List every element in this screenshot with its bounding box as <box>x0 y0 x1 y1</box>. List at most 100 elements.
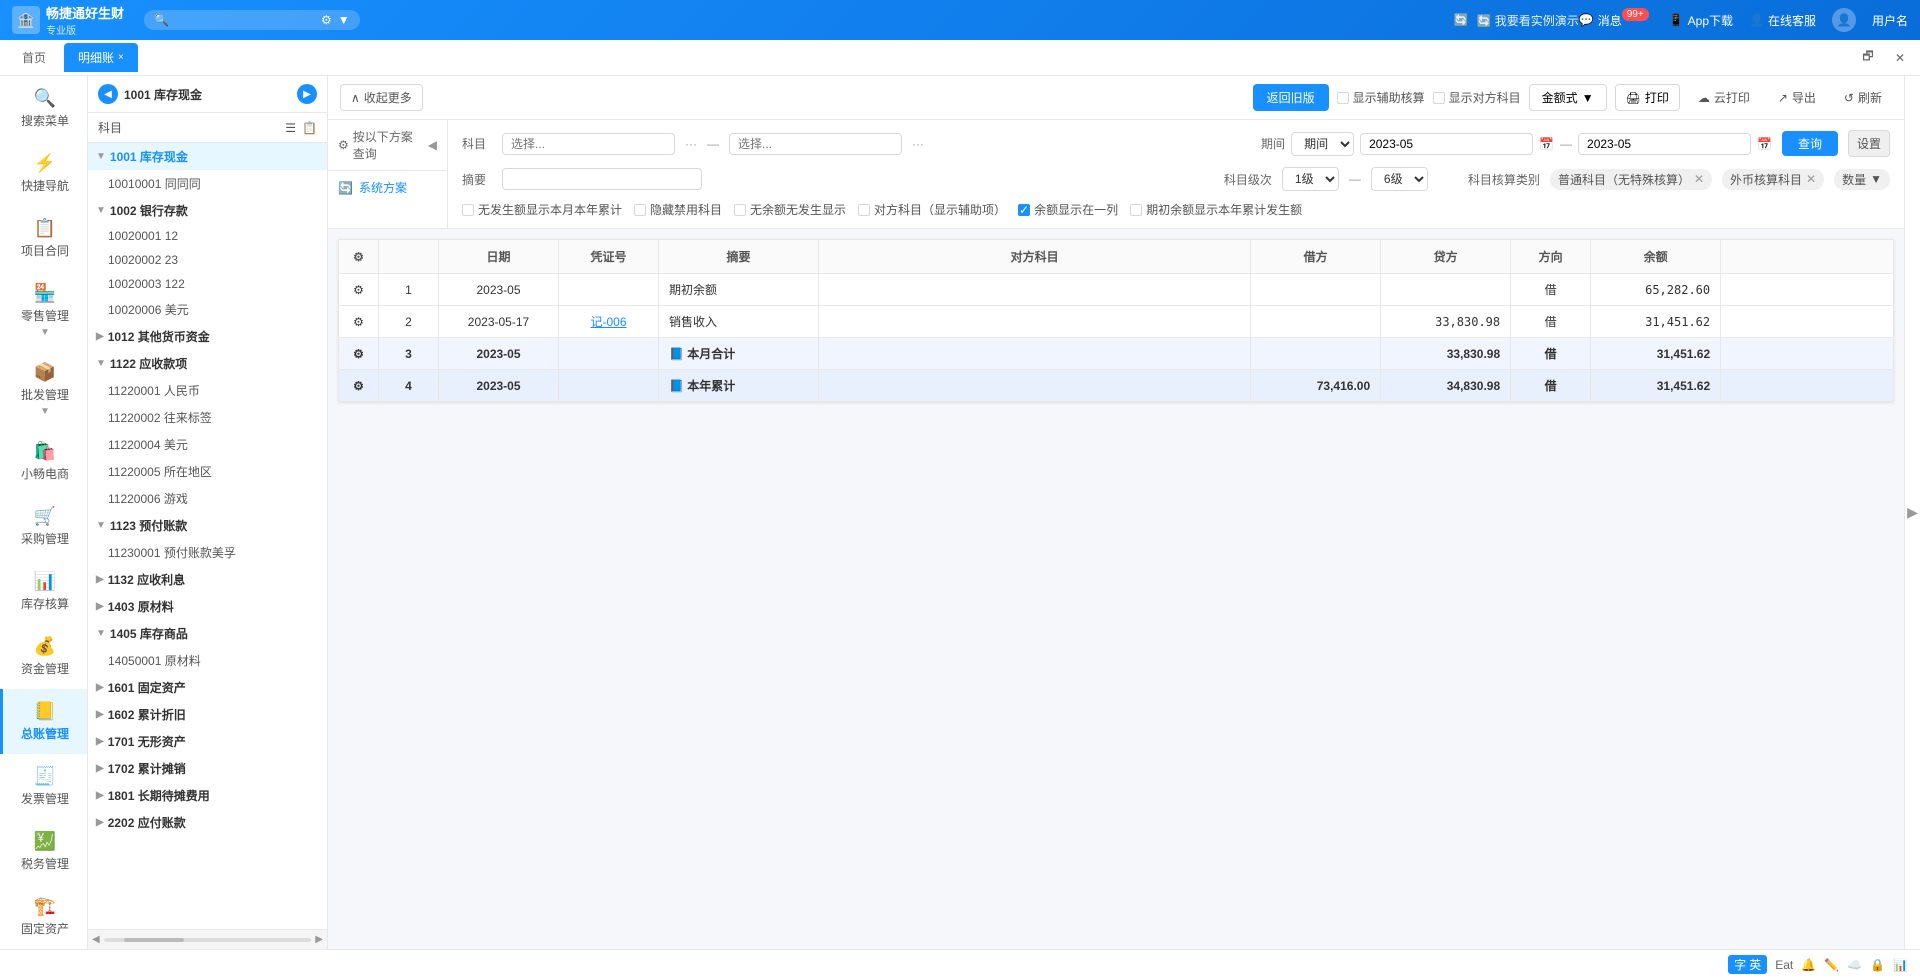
tag-quantity-chevron[interactable]: ▼ <box>1870 172 1882 186</box>
cloud-print-btn[interactable]: ☁ 云打印 <box>1688 85 1760 110</box>
app-download-btn[interactable]: 📱 App下载 <box>1669 12 1733 29</box>
tree-item-11220006[interactable]: 11220006 游戏 <box>88 485 327 512</box>
sidebar-item-fund-mgmt[interactable]: 💰 资金管理 <box>0 624 87 689</box>
sidebar-item-invoice-mgmt[interactable]: 🧾 发票管理 <box>0 754 87 819</box>
tree-item-11220005[interactable]: 11220005 所在地区 <box>88 458 327 485</box>
grid-view-icon[interactable]: ☰ <box>285 121 296 135</box>
sidebar-item-quick-nav[interactable]: ⚡ 快捷导航 <box>0 141 87 206</box>
filter-ellipsis-icon[interactable]: ··· <box>685 137 697 151</box>
search-input[interactable] <box>175 13 315 27</box>
tree-item-1132[interactable]: ▶ 1132 应收利息 <box>88 566 327 593</box>
status-cloud-btn[interactable]: ☁️ <box>1847 958 1862 972</box>
checkbox-initial-year[interactable]: 期初余额显示本年累计发生额 <box>1130 201 1302 218</box>
status-edit-btn[interactable]: ✏️ <box>1824 958 1839 972</box>
cell-settings-4[interactable]: ⚙ <box>339 370 379 402</box>
level-to-select[interactable]: 6级 <box>1371 167 1428 191</box>
checkbox-balance-one-col-box[interactable]: ✓ <box>1018 204 1030 216</box>
tree-item-1405[interactable]: ▼ 1405 库存商品 <box>88 620 327 647</box>
show-assist-checkbox[interactable]: 显示辅助核算 <box>1337 89 1425 106</box>
sidebar-item-ledger-mgmt[interactable]: 📒 总账管理 <box>0 689 87 754</box>
cell-settings-3[interactable]: ⚙ <box>339 338 379 370</box>
setting-btn[interactable]: 设置 <box>1848 130 1890 157</box>
tree-item-11220004[interactable]: 11220004 美元 <box>88 431 327 458</box>
sidebar-item-project-contract[interactable]: 📋 项目合同 <box>0 206 87 271</box>
period-type-select[interactable]: 期间 <box>1291 132 1354 156</box>
message-btn[interactable]: 💬 消息 99+ <box>1579 12 1653 29</box>
sidebar-item-purchase-mgmt[interactable]: 🛒 采购管理 <box>0 494 87 559</box>
status-notification-btn[interactable]: 🔔 <box>1801 958 1816 972</box>
level-from-select[interactable]: 1级 <box>1282 167 1339 191</box>
tree-item-1002[interactable]: ▼ 1002 银行存款 <box>88 197 327 224</box>
status-lock-btn[interactable]: 🔒 <box>1870 958 1885 972</box>
tree-item-1801[interactable]: ▶ 1801 长期待摊费用 <box>88 782 327 809</box>
export-btn[interactable]: ↗ 导出 <box>1768 85 1826 110</box>
print-btn[interactable]: 🖨 打印 <box>1615 84 1680 111</box>
summary-input[interactable] <box>502 168 702 190</box>
tree-item-1602[interactable]: ▶ 1602 累计折旧 <box>88 701 327 728</box>
cell-settings-2[interactable]: ⚙ <box>339 306 379 338</box>
period-to-input[interactable] <box>1578 133 1751 155</box>
show-assist-box[interactable] <box>1337 92 1349 104</box>
cell-settings-1[interactable]: ⚙ <box>339 274 379 306</box>
scroll-right-btn[interactable]: ▶ <box>315 934 323 945</box>
tree-item-1001[interactable]: ▼ 1001 库存现金 <box>88 143 327 170</box>
sidebar-item-search-menu[interactable]: 🔍 搜索菜单 <box>0 76 87 141</box>
col-settings[interactable]: ⚙ <box>339 240 379 274</box>
tag-normal-close[interactable]: ✕ <box>1694 172 1704 186</box>
checkbox-no-balance-box[interactable] <box>462 204 474 216</box>
tree-item-11230001[interactable]: 11230001 预付账款美孚 <box>88 539 327 566</box>
sidebar-item-ecommerce[interactable]: 🛍️ 小畅电商 <box>0 429 87 494</box>
account-nav-prev[interactable]: ◀ <box>98 84 118 104</box>
tree-item-10020003[interactable]: 10020003 122 <box>88 272 327 296</box>
tab-action-close[interactable]: ✕ <box>1888 46 1912 70</box>
sidebar-item-retail-mgmt[interactable]: 🏪 零售管理 ▼ <box>0 271 87 350</box>
chevron-down-icon[interactable]: ▼ <box>338 13 350 27</box>
voucher-link-2[interactable]: 记-006 <box>590 315 626 329</box>
checkbox-no-balance[interactable]: 无发生额显示本月本年累计 <box>462 201 622 218</box>
query-btn[interactable]: 查询 <box>1782 131 1838 156</box>
checkbox-initial-year-box[interactable] <box>1130 204 1142 216</box>
checkbox-opposite-show-box[interactable] <box>858 204 870 216</box>
right-collapse-panel[interactable]: ▶ <box>1904 76 1920 949</box>
period-from-input[interactable] <box>1360 133 1533 155</box>
lang-switch-btn[interactable]: 字 英 <box>1728 955 1767 974</box>
cell-voucher-2[interactable]: 记-006 <box>559 306 659 338</box>
return-old-btn[interactable]: 返回旧版 <box>1253 84 1329 111</box>
show-opposite-box[interactable] <box>1433 92 1445 104</box>
refresh-btn[interactable]: ↺ 刷新 <box>1834 85 1892 110</box>
query-settings-icon[interactable]: ⚙ <box>338 138 349 152</box>
tree-item-1123[interactable]: ▼ 1123 预付账款 <box>88 512 327 539</box>
status-chart-btn[interactable]: 📊 <box>1893 958 1908 972</box>
tab-detail[interactable]: 明细账 × <box>64 43 138 72</box>
status-at-label[interactable]: Eat <box>1775 958 1793 972</box>
scroll-track[interactable] <box>104 938 312 942</box>
header-search-box[interactable]: 🔍 ⚙ ▼ <box>144 10 360 30</box>
checkbox-opposite-show[interactable]: 对方科目（显示辅助项） <box>858 201 1006 218</box>
tab-action-restore[interactable]: 🗗 <box>1856 46 1880 70</box>
scroll-left-btn[interactable]: ◀ <box>92 934 100 945</box>
tab-home[interactable]: 首页 <box>8 43 60 72</box>
tree-item-10020006[interactable]: 10020006 美元 <box>88 296 327 323</box>
tree-item-1122[interactable]: ▼ 1122 应收款项 <box>88 350 327 377</box>
online-service-btn[interactable]: 👤 在线客服 <box>1749 12 1816 29</box>
subject-from-input[interactable] <box>502 133 675 155</box>
tree-item-1702[interactable]: ▶ 1702 累计摊销 <box>88 755 327 782</box>
tree-item-14050001[interactable]: 14050001 原材料 <box>88 647 327 674</box>
tree-item-11220002[interactable]: 11220002 往来标签 <box>88 404 327 431</box>
sidebar-item-inventory-calc[interactable]: 📊 库存核算 <box>0 559 87 624</box>
sidebar-item-wholesale-mgmt[interactable]: 📦 批发管理 ▼ <box>0 350 87 429</box>
tab-close-icon[interactable]: × <box>118 52 124 63</box>
checkbox-hide-disabled-box[interactable] <box>634 204 646 216</box>
checkbox-hide-disabled[interactable]: 隐藏禁用科目 <box>634 201 722 218</box>
show-opposite-checkbox[interactable]: 显示对方科目 <box>1433 89 1521 106</box>
scheme-item-system[interactable]: 🔄 系统方案 <box>328 171 447 204</box>
tree-item-11220001[interactable]: 11220001 人民币 <box>88 377 327 404</box>
settings-icon[interactable]: ⚙ <box>321 13 332 27</box>
checkbox-no-balance-show[interactable]: 无余额无发生显示 <box>734 201 846 218</box>
tree-item-1403[interactable]: ▶ 1403 原材料 <box>88 593 327 620</box>
tree-item-1601[interactable]: ▶ 1601 固定资产 <box>88 674 327 701</box>
tree-item-1012[interactable]: ▶ 1012 其他货币资金 <box>88 323 327 350</box>
checkbox-no-balance-show-box[interactable] <box>734 204 746 216</box>
user-avatar[interactable]: 👤 <box>1832 8 1856 32</box>
calendar-to-icon[interactable]: 📅 <box>1757 137 1772 151</box>
